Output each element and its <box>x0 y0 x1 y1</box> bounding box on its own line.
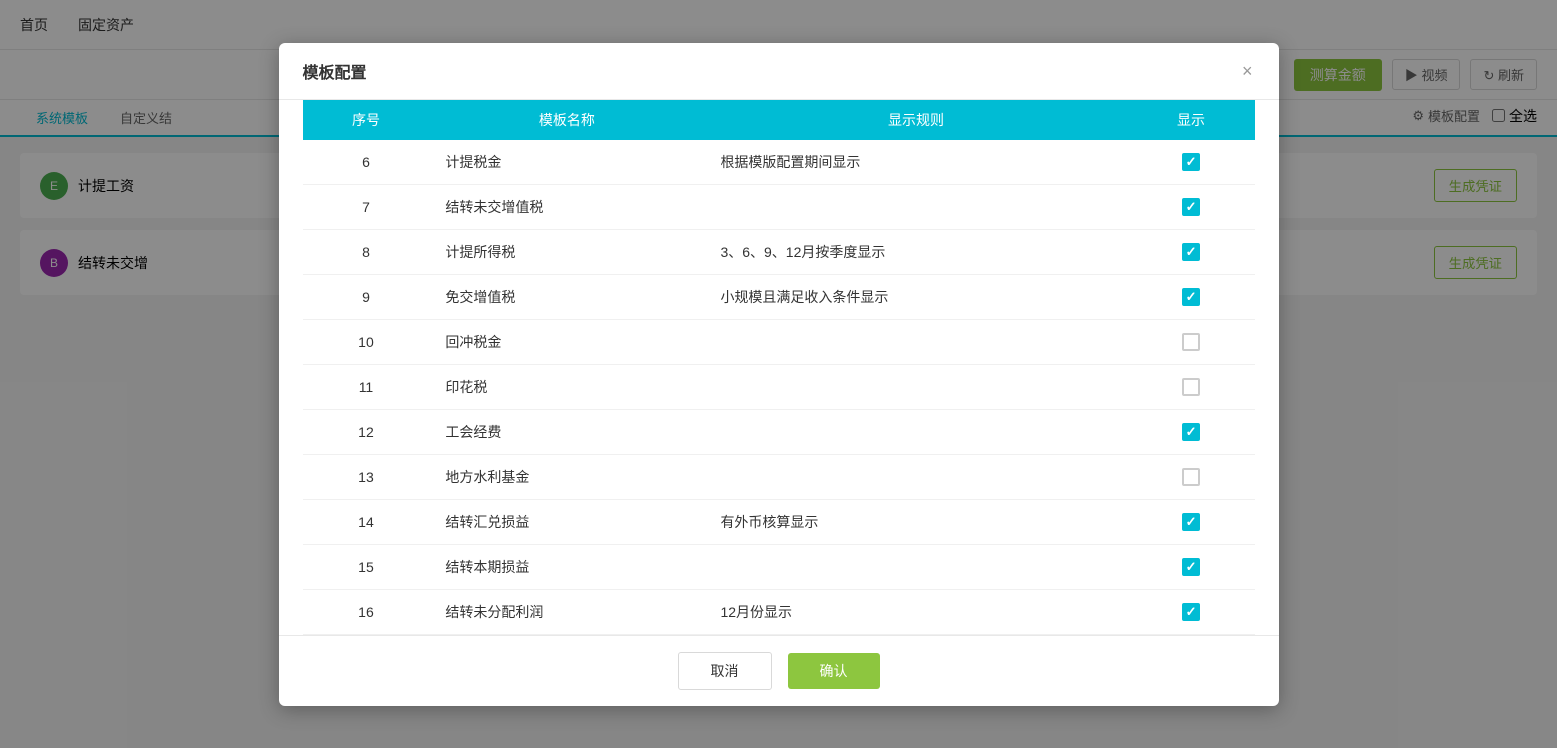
display-checkbox[interactable] <box>1182 513 1200 531</box>
template-config-modal: 模板配置 × 序号 模板名称 显示规则 显示 6计提税金根据模版配置期间显示7结… <box>279 43 1279 706</box>
cell-id: 9 <box>303 274 430 319</box>
table-row: 10回冲税金 <box>303 319 1255 364</box>
display-checkbox[interactable] <box>1182 468 1200 486</box>
cell-id: 13 <box>303 454 430 499</box>
cell-rule <box>704 319 1127 364</box>
cell-rule <box>704 184 1127 229</box>
display-checkbox[interactable] <box>1182 243 1200 261</box>
cell-display <box>1128 229 1255 274</box>
cell-id: 12 <box>303 409 430 454</box>
cell-rule <box>704 544 1127 589</box>
cell-display <box>1128 274 1255 319</box>
cell-id: 8 <box>303 229 430 274</box>
cell-id: 15 <box>303 544 430 589</box>
cell-rule: 小规模且满足收入条件显示 <box>704 274 1127 319</box>
modal-close-button[interactable]: × <box>1240 60 1255 82</box>
cell-id: 6 <box>303 140 430 185</box>
cell-rule <box>704 409 1127 454</box>
table-row: 6计提税金根据模版配置期间显示 <box>303 140 1255 185</box>
confirm-button[interactable]: 确认 <box>788 653 880 689</box>
cell-name: 回冲税金 <box>429 319 704 364</box>
cell-id: 14 <box>303 499 430 544</box>
cell-name: 结转汇兑损益 <box>429 499 704 544</box>
col-header-display: 显示 <box>1128 100 1255 140</box>
display-checkbox[interactable] <box>1182 423 1200 441</box>
cell-id: 7 <box>303 184 430 229</box>
cancel-button[interactable]: 取消 <box>678 652 772 690</box>
cell-rule: 12月份显示 <box>704 589 1127 634</box>
display-checkbox[interactable] <box>1182 603 1200 621</box>
cell-name: 计提所得税 <box>429 229 704 274</box>
cell-id: 10 <box>303 319 430 364</box>
cell-rule <box>704 364 1127 409</box>
table-row: 12工会经费 <box>303 409 1255 454</box>
cell-display <box>1128 184 1255 229</box>
cell-rule: 3、6、9、12月按季度显示 <box>704 229 1127 274</box>
cell-display <box>1128 499 1255 544</box>
cell-name: 结转未交增值税 <box>429 184 704 229</box>
display-checkbox[interactable] <box>1182 558 1200 576</box>
table-row: 13地方水利基金 <box>303 454 1255 499</box>
cell-display <box>1128 589 1255 634</box>
cell-name: 工会经费 <box>429 409 704 454</box>
col-header-rule: 显示规则 <box>704 100 1127 140</box>
display-checkbox[interactable] <box>1182 153 1200 171</box>
modal-footer: 取消 确认 <box>279 635 1279 706</box>
table-row: 14结转汇兑损益有外币核算显示 <box>303 499 1255 544</box>
cell-name: 结转本期损益 <box>429 544 704 589</box>
cell-display <box>1128 140 1255 185</box>
config-table: 序号 模板名称 显示规则 显示 6计提税金根据模版配置期间显示7结转未交增值税8… <box>303 100 1255 635</box>
cell-display <box>1128 409 1255 454</box>
modal-title: 模板配置 <box>303 59 367 83</box>
cell-name: 结转未分配利润 <box>429 589 704 634</box>
display-checkbox[interactable] <box>1182 198 1200 216</box>
cell-id: 16 <box>303 589 430 634</box>
modal-header: 模板配置 × <box>279 43 1279 100</box>
cell-display <box>1128 544 1255 589</box>
display-checkbox[interactable] <box>1182 378 1200 396</box>
cell-display <box>1128 319 1255 364</box>
cell-name: 计提税金 <box>429 140 704 185</box>
cell-rule <box>704 454 1127 499</box>
cell-id: 11 <box>303 364 430 409</box>
table-row: 7结转未交增值税 <box>303 184 1255 229</box>
cell-name: 印花税 <box>429 364 704 409</box>
cell-name: 地方水利基金 <box>429 454 704 499</box>
cell-name: 免交增值税 <box>429 274 704 319</box>
display-checkbox[interactable] <box>1182 288 1200 306</box>
display-checkbox[interactable] <box>1182 333 1200 351</box>
cell-display <box>1128 364 1255 409</box>
col-header-name: 模板名称 <box>429 100 704 140</box>
table-row: 11印花税 <box>303 364 1255 409</box>
cell-display <box>1128 454 1255 499</box>
cell-rule: 有外币核算显示 <box>704 499 1127 544</box>
cell-rule: 根据模版配置期间显示 <box>704 140 1127 185</box>
col-header-id: 序号 <box>303 100 430 140</box>
modal-overlay: 模板配置 × 序号 模板名称 显示规则 显示 6计提税金根据模版配置期间显示7结… <box>0 0 1557 748</box>
modal-body: 序号 模板名称 显示规则 显示 6计提税金根据模版配置期间显示7结转未交增值税8… <box>279 100 1279 635</box>
table-row: 8计提所得税3、6、9、12月按季度显示 <box>303 229 1255 274</box>
table-row: 15结转本期损益 <box>303 544 1255 589</box>
table-row: 9免交增值税小规模且满足收入条件显示 <box>303 274 1255 319</box>
table-row: 16结转未分配利润12月份显示 <box>303 589 1255 634</box>
